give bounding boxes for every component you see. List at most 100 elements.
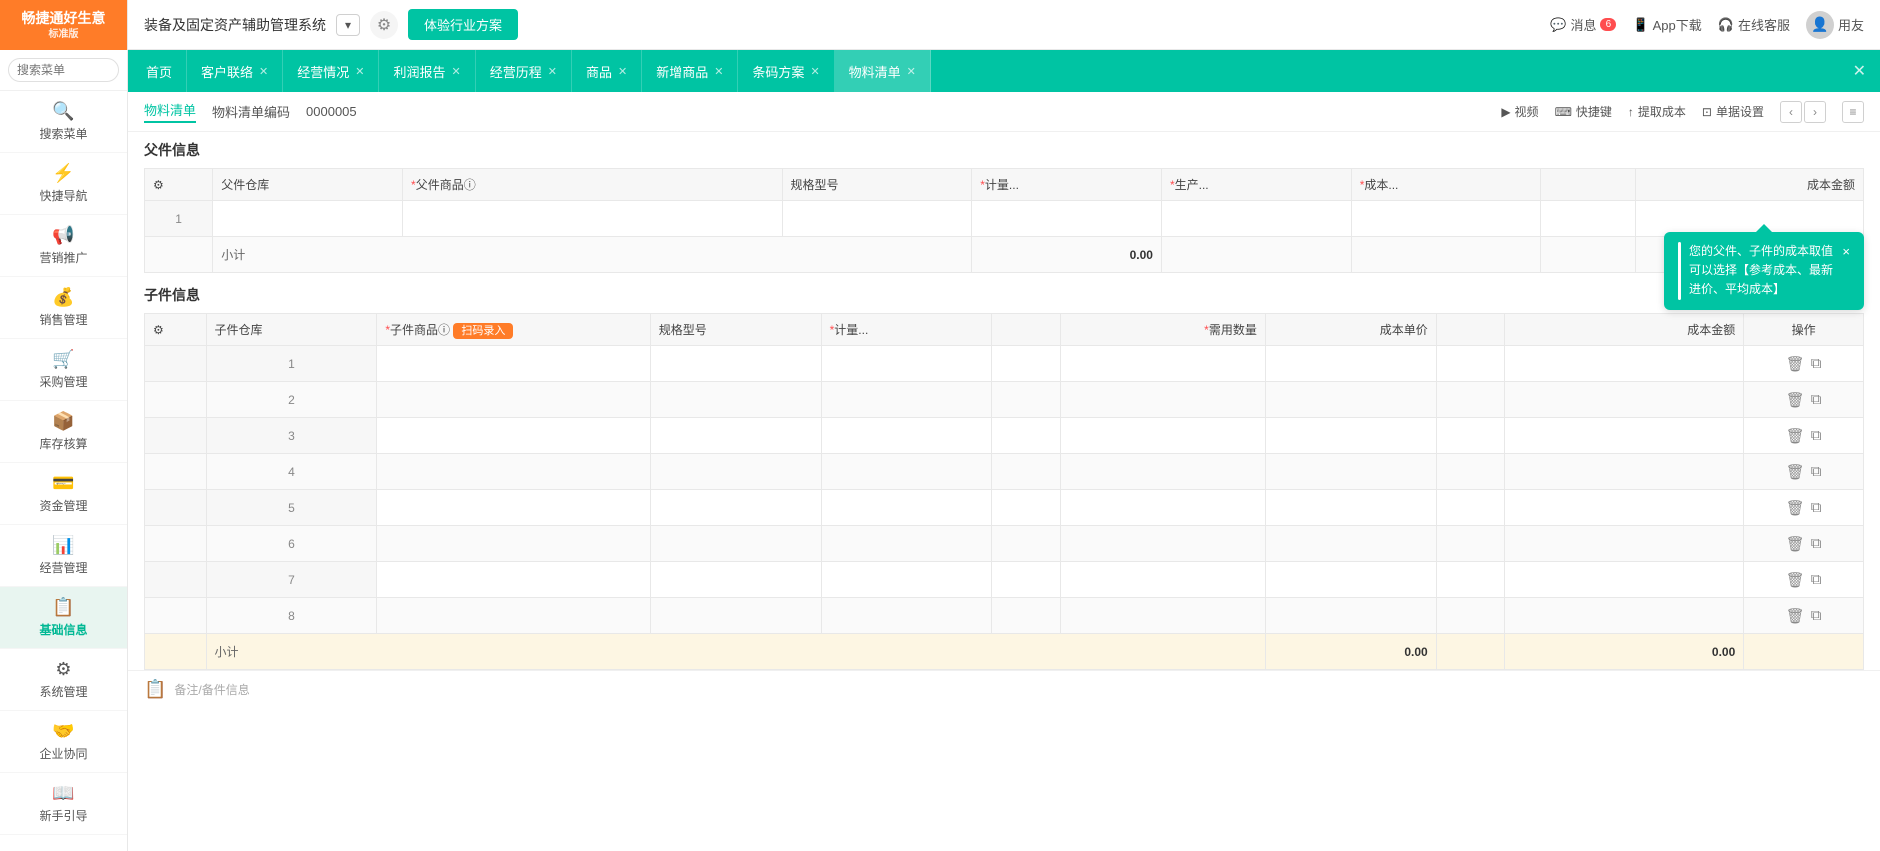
parent-warehouse-1[interactable] xyxy=(213,201,403,237)
system-dropdown[interactable]: ▾ xyxy=(336,14,360,36)
experience-button[interactable]: 体验行业方案 xyxy=(408,9,518,40)
nav-tab-operation[interactable]: 经营情况 ✕ xyxy=(283,50,379,92)
child-warehouse-2[interactable] xyxy=(377,382,650,418)
delete-icon-6[interactable]: 🗑 xyxy=(1786,535,1805,553)
child-quantity-8[interactable] xyxy=(992,598,1060,634)
copy-icon-4[interactable]: ⧉ xyxy=(1811,463,1822,481)
child-required-qty-7[interactable] xyxy=(1265,562,1436,598)
scan-badge[interactable]: 扫码录入 xyxy=(453,323,513,339)
child-warehouse-1[interactable] xyxy=(377,346,650,382)
tab-close-history[interactable]: ✕ xyxy=(548,65,557,78)
child-unit-cost-6[interactable] xyxy=(1436,526,1504,562)
child-cost-amount-3[interactable] xyxy=(1505,418,1744,454)
child-required-qty-5[interactable] xyxy=(1265,490,1436,526)
copy-icon-1[interactable]: ⧉ xyxy=(1811,355,1822,373)
child-quantity-3[interactable] xyxy=(992,418,1060,454)
child-unit-cost-5[interactable] xyxy=(1436,490,1504,526)
delete-icon-4[interactable]: 🗑 xyxy=(1786,463,1805,481)
child-product-5[interactable] xyxy=(650,490,821,526)
child-product-7[interactable] xyxy=(650,562,821,598)
delete-icon-1[interactable]: 🗑 xyxy=(1786,355,1805,373)
delete-icon-2[interactable]: 🗑 xyxy=(1786,391,1805,409)
settings-icon[interactable]: ⚙ xyxy=(370,11,398,39)
delete-icon-5[interactable]: 🗑 xyxy=(1786,499,1805,517)
child-cost-amount-5[interactable] xyxy=(1505,490,1744,526)
sidebar-item-sales[interactable]: 💰 销售管理 xyxy=(0,277,127,339)
shortcut-action[interactable]: ⌨ 快捷键 xyxy=(1555,103,1612,120)
copy-icon-8[interactable]: ⧉ xyxy=(1811,607,1822,625)
child-product-6[interactable] xyxy=(650,526,821,562)
copy-icon-3[interactable]: ⧉ xyxy=(1811,427,1822,445)
child-warehouse-8[interactable] xyxy=(377,598,650,634)
parent-production-1[interactable] xyxy=(1161,201,1351,237)
nav-tab-new_goods[interactable]: 新增商品 ✕ xyxy=(642,50,738,92)
parent-spec-1[interactable] xyxy=(782,201,972,237)
tab-close-goods[interactable]: ✕ xyxy=(618,65,627,78)
child-quantity-4[interactable] xyxy=(992,454,1060,490)
delete-icon-8[interactable]: 🗑 xyxy=(1786,607,1805,625)
child-spec-8[interactable] xyxy=(821,598,992,634)
sidebar-item-search[interactable]: 🔍 搜索菜单 xyxy=(0,91,127,153)
sidebar-item-base_info[interactable]: 📋 基础信息 xyxy=(0,587,127,649)
sidebar-item-system[interactable]: ⚙ 系统管理 xyxy=(0,649,127,711)
child-unit-cost-3[interactable] xyxy=(1436,418,1504,454)
copy-icon-2[interactable]: ⧉ xyxy=(1811,391,1822,409)
child-spec-6[interactable] xyxy=(821,526,992,562)
copy-icon-7[interactable]: ⧉ xyxy=(1811,571,1822,589)
child-warehouse-7[interactable] xyxy=(377,562,650,598)
child-unit-cost-8[interactable] xyxy=(1436,598,1504,634)
tab-close-barcode[interactable]: ✕ xyxy=(810,65,819,78)
child-warehouse-4[interactable] xyxy=(377,454,650,490)
child-product-2[interactable] xyxy=(650,382,821,418)
child-required-qty-1[interactable] xyxy=(1265,346,1436,382)
online-service-item[interactable]: 🎧 在线客服 xyxy=(1718,15,1790,34)
next-arrow[interactable]: › xyxy=(1804,101,1826,123)
child-spec-2[interactable] xyxy=(821,382,992,418)
nav-tab-goods[interactable]: 商品 ✕ xyxy=(572,50,642,92)
child-quantity-7[interactable] xyxy=(992,562,1060,598)
child-product-1[interactable] xyxy=(650,346,821,382)
tab-close-new_goods[interactable]: ✕ xyxy=(714,65,723,78)
child-unit-cost-4[interactable] xyxy=(1436,454,1504,490)
child-quantity-6[interactable] xyxy=(992,526,1060,562)
close-all-tabs-icon[interactable]: ✕ xyxy=(1843,61,1876,81)
nav-tab-home[interactable]: 首页 xyxy=(132,50,187,92)
message-item[interactable]: 💬 消息 6 xyxy=(1550,15,1616,34)
nav-tab-barcode[interactable]: 条码方案 ✕ xyxy=(738,50,834,92)
tab-close-bom[interactable]: ✕ xyxy=(907,65,916,78)
copy-icon-6[interactable]: ⧉ xyxy=(1811,535,1822,553)
sidebar-item-inventory[interactable]: 📦 库存核算 xyxy=(0,401,127,463)
sidebar-item-guide[interactable]: 📖 新手引导 xyxy=(0,773,127,835)
child-unit-cost-2[interactable] xyxy=(1436,382,1504,418)
app-download-item[interactable]: 📱 App下载 xyxy=(1632,15,1701,34)
child-required-qty-2[interactable] xyxy=(1265,382,1436,418)
child-cost-amount-1[interactable] xyxy=(1505,346,1744,382)
sidebar-item-operations[interactable]: 📊 经营管理 xyxy=(0,525,127,587)
delete-icon-3[interactable]: 🗑 xyxy=(1786,427,1805,445)
prev-arrow[interactable]: ‹ xyxy=(1780,101,1802,123)
sidebar-item-marketing[interactable]: 📢 营销推广 xyxy=(0,215,127,277)
child-spec-4[interactable] xyxy=(821,454,992,490)
child-unit-cost-1[interactable] xyxy=(1436,346,1504,382)
nav-tab-profit[interactable]: 利润报告 ✕ xyxy=(379,50,475,92)
child-required-qty-8[interactable] xyxy=(1265,598,1436,634)
child-quantity-2[interactable] xyxy=(992,382,1060,418)
nav-tab-customer[interactable]: 客户联络 ✕ xyxy=(187,50,283,92)
child-spec-5[interactable] xyxy=(821,490,992,526)
child-required-qty-6[interactable] xyxy=(1265,526,1436,562)
child-cost-amount-7[interactable] xyxy=(1505,562,1744,598)
child-product-4[interactable] xyxy=(650,454,821,490)
child-spec-7[interactable] xyxy=(821,562,992,598)
child-product-8[interactable] xyxy=(650,598,821,634)
child-quantity-5[interactable] xyxy=(992,490,1060,526)
breadcrumb-bom-list[interactable]: 物料清单 xyxy=(144,100,196,123)
tooltip-close-button[interactable]: × xyxy=(1842,242,1850,263)
child-cost-amount-4[interactable] xyxy=(1505,454,1744,490)
nav-tab-history[interactable]: 经营历程 ✕ xyxy=(476,50,572,92)
sidebar-item-quick_nav[interactable]: ⚡ 快捷导航 xyxy=(0,153,127,215)
child-spec-1[interactable] xyxy=(821,346,992,382)
extract-cost-action[interactable]: ↑ 提取成本 xyxy=(1628,103,1686,120)
tab-close-operation[interactable]: ✕ xyxy=(355,65,364,78)
child-unit-cost-7[interactable] xyxy=(1436,562,1504,598)
child-warehouse-3[interactable] xyxy=(377,418,650,454)
